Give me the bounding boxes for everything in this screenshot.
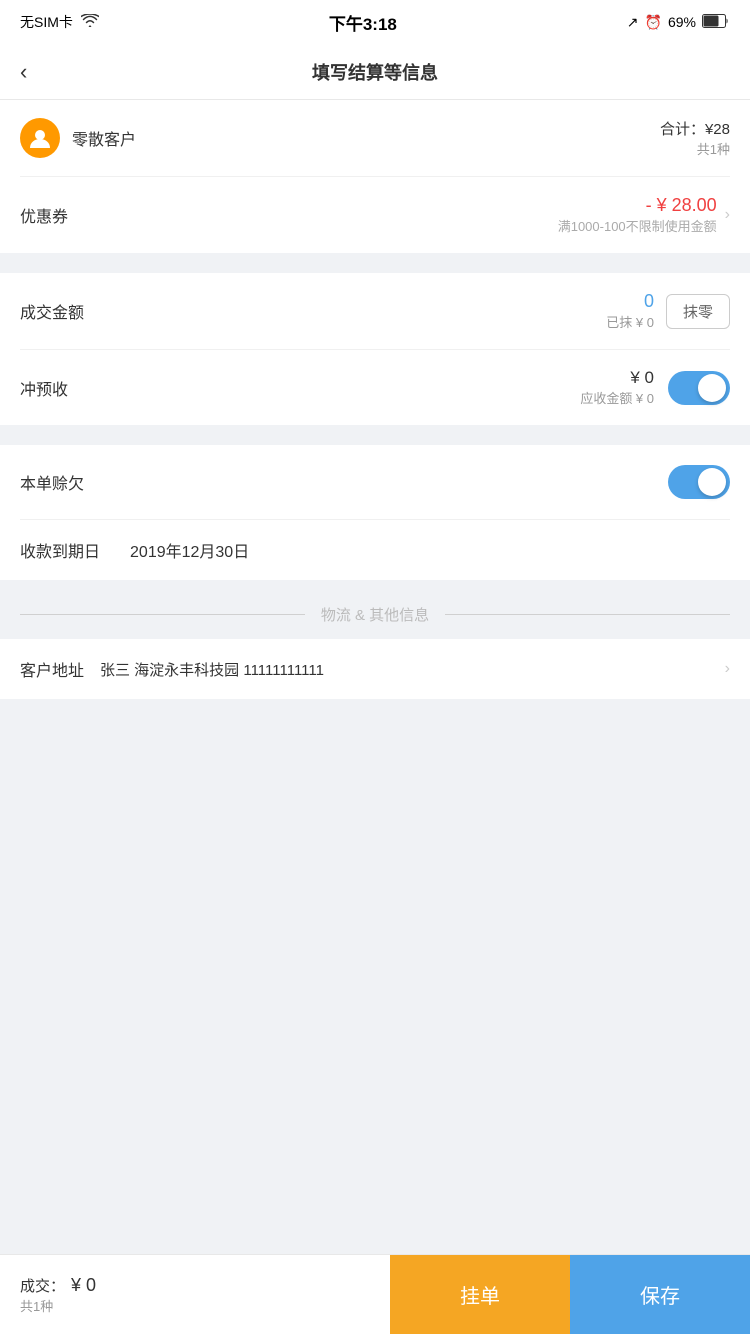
prepayment-values: ¥ 0 应收金额 ¥ 0	[580, 368, 654, 407]
signal-text: 无SIM卡	[20, 12, 73, 32]
round-zero-button[interactable]: 抹零	[666, 294, 730, 329]
alarm-icon: ⏰	[645, 14, 662, 31]
wifi-icon	[81, 14, 99, 31]
prepayment-label: 冲预收	[20, 376, 68, 400]
coupon-amount: - ¥ 28.00	[558, 195, 717, 216]
customer-total: 合计：¥28	[660, 118, 730, 139]
deal-amount-label: 成交金额	[20, 299, 84, 323]
deal-amount-right: 0 已抹 ¥ 0 抹零	[606, 291, 730, 331]
customer-left: 零散客户	[20, 118, 136, 158]
battery-text: 69%	[668, 14, 696, 30]
coupon-row[interactable]: 优惠券 - ¥ 28.00 满1000-100不限制使用金额 ›	[0, 177, 750, 253]
debt-toggle-knob	[698, 468, 726, 496]
address-section: 客户地址 张三 海淀永丰科技园 11111111111 ›	[0, 639, 750, 699]
bottom-deal-label: 成交：	[20, 1275, 65, 1296]
page-title: 填写结算等信息	[312, 59, 438, 85]
customer-row: 零散客户 合计：¥28 共1种	[0, 100, 750, 176]
address-row[interactable]: 客户地址 张三 海淀永丰科技园 11111111111 ›	[0, 639, 750, 699]
due-date-value: 2019年12月30日	[130, 538, 249, 562]
logistics-line-left	[20, 614, 305, 615]
deal-amount-value: 0	[606, 291, 654, 312]
coupon-desc: 满1000-100不限制使用金额	[558, 216, 717, 235]
bottom-info: 成交： ¥ 0 共1种	[0, 1275, 390, 1315]
due-date-label: 收款到期日	[20, 538, 100, 562]
bottom-deal-value: ¥ 0	[71, 1275, 96, 1296]
customer-right: 合计：¥28 共1种	[660, 118, 730, 158]
back-button[interactable]: ‹	[20, 59, 27, 85]
gray-sep-1	[0, 263, 750, 273]
hang-order-button[interactable]: 挂单	[390, 1255, 570, 1334]
address-label: 客户地址	[20, 657, 90, 681]
due-date-row: 收款到期日 2019年12月30日	[0, 520, 750, 580]
customer-count: 共1种	[660, 139, 730, 158]
save-button[interactable]: 保存	[570, 1255, 750, 1334]
deal-amount-sub: 已抹 ¥ 0	[606, 312, 654, 331]
prepayment-toggle[interactable]	[668, 371, 730, 405]
coupon-right-text: - ¥ 28.00 满1000-100不限制使用金额	[558, 195, 717, 235]
debt-section: 本单赊欠 收款到期日 2019年12月30日	[0, 445, 750, 580]
gray-sep-2	[0, 435, 750, 445]
prepayment-right: ¥ 0 应收金额 ¥ 0	[580, 368, 730, 407]
address-chevron-icon: ›	[725, 660, 730, 678]
debt-row: 本单赊欠	[0, 445, 750, 519]
logistics-label: 物流 & 其他信息	[305, 604, 445, 625]
logistics-line-right	[445, 614, 730, 615]
status-right: ↗ ⏰ 69%	[627, 14, 730, 31]
coupon-right: - ¥ 28.00 满1000-100不限制使用金额 ›	[558, 195, 730, 235]
coupon-label: 优惠券	[20, 203, 68, 227]
toggle-knob	[698, 374, 726, 402]
deal-amount-section: 成交金额 0 已抹 ¥ 0 抹零 冲预收 ¥ 0 应收金额 ¥ 0	[0, 273, 750, 425]
prepayment-row: 冲预收 ¥ 0 应收金额 ¥ 0	[0, 350, 750, 425]
location-icon: ↗	[627, 14, 639, 31]
debt-toggle[interactable]	[668, 465, 730, 499]
deal-amount-col: 0 已抹 ¥ 0	[606, 291, 654, 331]
bottom-left-info: 成交： ¥ 0	[20, 1275, 370, 1296]
status-time: 下午3:18	[329, 10, 397, 35]
customer-section: 零散客户 合计：¥28 共1种 优惠券 - ¥ 28.00 满1000-100不…	[0, 100, 750, 253]
battery-icon	[702, 14, 730, 31]
bottom-count: 共1种	[20, 1296, 370, 1315]
customer-name: 零散客户	[72, 126, 136, 150]
logistics-sep: 物流 & 其他信息	[0, 590, 750, 639]
prepayment-sub: 应收金额 ¥ 0	[580, 388, 654, 407]
debt-label: 本单赊欠	[20, 470, 84, 494]
content: 零散客户 合计：¥28 共1种 优惠券 - ¥ 28.00 满1000-100不…	[0, 100, 750, 799]
nav-bar: ‹ 填写结算等信息	[0, 44, 750, 100]
bottom-bar: 成交： ¥ 0 共1种 挂单 保存	[0, 1254, 750, 1334]
address-value: 张三 海淀永丰科技园 11111111111	[90, 659, 725, 680]
prepayment-amount: ¥ 0	[580, 368, 654, 388]
deal-amount-row: 成交金额 0 已抹 ¥ 0 抹零	[0, 273, 750, 349]
customer-avatar	[20, 118, 60, 158]
coupon-chevron-icon: ›	[725, 206, 730, 224]
status-bar: 无SIM卡 下午3:18 ↗ ⏰ 69%	[0, 0, 750, 44]
status-left: 无SIM卡	[20, 12, 99, 32]
